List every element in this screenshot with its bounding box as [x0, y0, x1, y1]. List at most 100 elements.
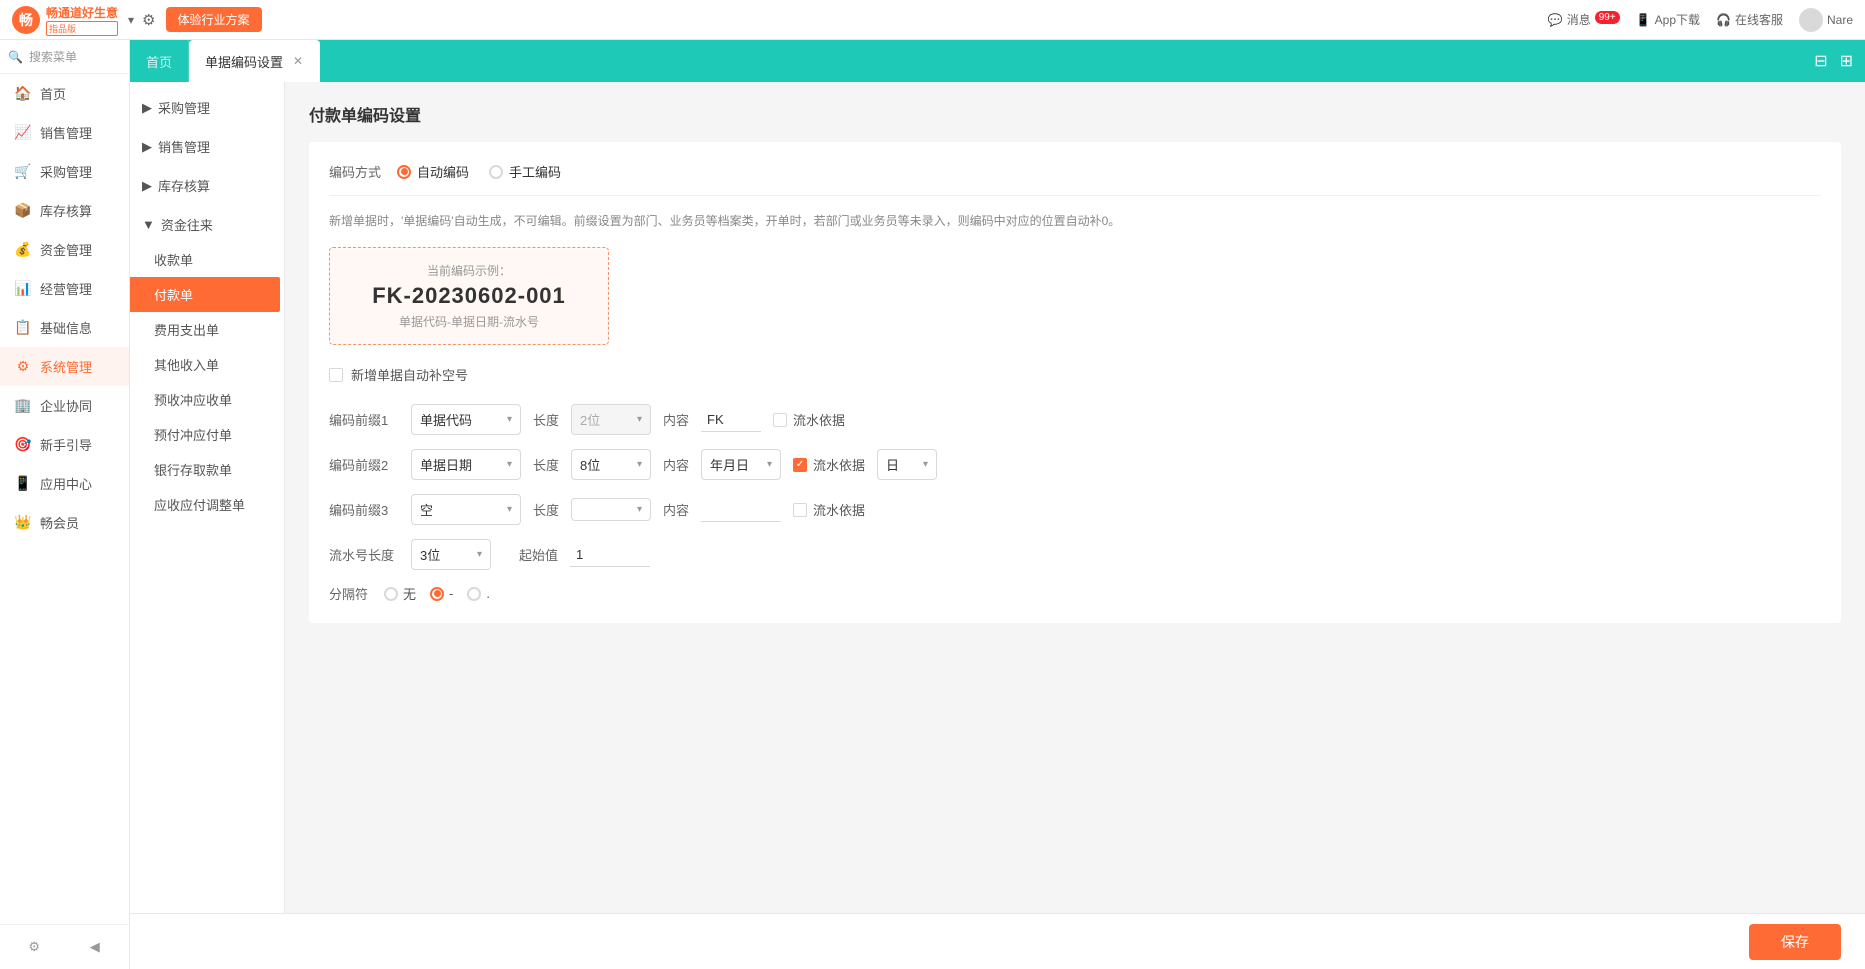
app-download-item[interactable]: 📱 App下载	[1636, 11, 1700, 28]
sep-none-radio-circle	[384, 587, 398, 601]
system-icon: ⚙	[14, 358, 32, 376]
message-badge: 99+	[1595, 11, 1620, 24]
sidebar-item-operations[interactable]: 📊 经营管理	[0, 269, 129, 308]
sub-group-fund-header[interactable]: ▼ 资金往来	[130, 207, 284, 242]
sub-item-receipt[interactable]: 收款单	[130, 242, 284, 277]
apps-icon: 📱	[14, 475, 32, 493]
config-row-prefix2: 编码前缀2 单据日期 ▾ 长度 8位 ▾ 内容 年月日	[329, 449, 1821, 480]
sub-group-purchase-header[interactable]: ▶ 采购管理	[130, 90, 284, 125]
sidebar-item-purchase[interactable]: 🛒 采购管理	[0, 152, 129, 191]
auto-fill-label: 新增单据自动补空号	[351, 365, 468, 384]
sidebar-item-apps[interactable]: 📱 应用中心	[0, 464, 129, 503]
prefix3-stream-checkbox[interactable]	[793, 503, 807, 517]
sales-arrow-icon: ▶	[142, 139, 152, 155]
bottom-settings-btn[interactable]: ⚙	[8, 933, 61, 961]
prefix1-content-input[interactable]	[701, 408, 761, 432]
prefix2-content-label: 内容	[663, 455, 689, 474]
message-icon: 💬	[1548, 13, 1563, 27]
config-row-prefix3: 编码前缀3 空 ▾ 长度 ▾ 内容	[329, 494, 1821, 525]
tab-expand-icon[interactable]: ⊞	[1840, 51, 1853, 71]
purchase-arrow-icon: ▶	[142, 100, 152, 116]
encoding-type-label: 编码方式	[329, 162, 381, 181]
settings-icon[interactable]: ⚙	[142, 11, 155, 29]
tab-close-icon[interactable]: ✕	[293, 54, 303, 68]
prefix2-length-select[interactable]: 8位 ▾	[571, 449, 651, 480]
info-text: 新增单据时，'单据编码'自动生成，不可编辑。前缀设置为部门、业务员等档案类，开单…	[329, 212, 1821, 231]
prefix3-select[interactable]: 空 ▾	[411, 494, 521, 525]
sub-item-expense[interactable]: 费用支出单	[130, 312, 284, 347]
serial-length-select[interactable]: 3位 ▾	[411, 539, 491, 570]
prefix1-select[interactable]: 单据代码 ▾	[411, 404, 521, 435]
sidebar-item-system[interactable]: ⚙ 系统管理	[0, 347, 129, 386]
tabbar-actions: ⊟ ⊞	[1802, 40, 1865, 82]
prefix3-content-label: 内容	[663, 500, 689, 519]
separator-options: 无 - .	[384, 584, 490, 603]
sidebar-search[interactable]: 🔍 搜索菜单	[0, 40, 129, 74]
tab-minimize-icon[interactable]: ⊟	[1814, 51, 1827, 71]
auto-code-radio[interactable]: 自动编码	[397, 162, 469, 181]
preview-desc: 单据代码-单据日期-流水号	[399, 313, 539, 330]
sub-item-other-income[interactable]: 其他收入单	[130, 347, 284, 382]
sep-dot-option[interactable]: .	[467, 586, 490, 601]
sub-item-advance-pay[interactable]: 预付冲应付单	[130, 417, 284, 452]
prefix1-stream-checkbox[interactable]	[773, 413, 787, 427]
purchase-icon: 🛒	[14, 163, 32, 181]
sub-group-sales-header[interactable]: ▶ 销售管理	[130, 129, 284, 164]
sidebar-item-guide[interactable]: 🎯 新手引导	[0, 425, 129, 464]
auto-code-radio-inner	[401, 168, 408, 175]
config-row-prefix1: 编码前缀1 单据代码 ▾ 长度 2位 ▾ 内容	[329, 404, 1821, 435]
nav-dropdown-icon[interactable]: ▾	[128, 13, 134, 27]
save-button[interactable]: 保存	[1749, 924, 1841, 960]
start-value-label: 起始值	[519, 545, 558, 564]
sidebar-item-member[interactable]: 👑 畅会员	[0, 503, 129, 542]
online-service-item[interactable]: 🎧 在线客服	[1716, 11, 1783, 28]
prefix2-stream-checkbox[interactable]: ✓	[793, 458, 807, 472]
bottom-collapse-btn[interactable]: ◀	[69, 933, 122, 961]
prefix2-select[interactable]: 单据日期 ▾	[411, 449, 521, 480]
encoding-type-radio-group: 自动编码 手工编码	[397, 162, 561, 181]
sub-group-purchase: ▶ 采购管理	[130, 90, 284, 125]
prefix2-length-label: 长度	[533, 455, 559, 474]
prefix1-stream-label: 流水依据	[793, 410, 845, 429]
sub-group-inventory-header[interactable]: ▶ 库存核算	[130, 168, 284, 203]
sep-dash-option[interactable]: -	[430, 586, 453, 601]
user-item[interactable]: Nare	[1799, 8, 1853, 32]
sidebar-bottom: ⚙ ◀	[0, 924, 129, 969]
prefix3-arrow-icon: ▾	[507, 504, 512, 515]
topbar-left: 畅 畅通道好生意 指品版 ▾ ⚙ 体验行业方案	[12, 4, 262, 36]
sidebar-item-home[interactable]: 🏠 首页	[0, 74, 129, 113]
home-icon: 🏠	[14, 85, 32, 103]
message-item[interactable]: 💬 消息 99+	[1548, 11, 1620, 28]
guide-icon: 🎯	[14, 436, 32, 454]
prefix1-arrow-icon: ▾	[507, 414, 512, 425]
footer-bar: 保存	[130, 913, 1865, 969]
sep-none-option[interactable]: 无	[384, 584, 416, 603]
experience-button[interactable]: 体验行业方案	[166, 7, 262, 32]
auto-fill-checkbox[interactable]	[329, 368, 343, 382]
sidebar-item-basic[interactable]: 📋 基础信息	[0, 308, 129, 347]
sidebar: 🔍 搜索菜单 🏠 首页 📈 销售管理 🛒 采购管理 📦 库存核算 💰 资金管理 …	[0, 40, 130, 969]
sidebar-item-inventory[interactable]: 📦 库存核算	[0, 191, 129, 230]
prefix3-content-input[interactable]	[701, 498, 781, 522]
inventory-icon: 📦	[14, 202, 32, 220]
encoding-type-row: 编码方式 自动编码 手工编码	[329, 162, 1821, 196]
tab-encoding[interactable]: 单据编码设置 ✕	[189, 40, 320, 82]
sub-item-receivable-adjust[interactable]: 应收应付调整单	[130, 487, 284, 522]
start-value-input[interactable]	[570, 543, 650, 567]
sub-item-payment[interactable]: 付款单	[130, 277, 280, 312]
basic-icon: 📋	[14, 319, 32, 337]
prefix2-stream-unit-select[interactable]: 日 ▾	[877, 449, 937, 480]
logo: 畅 畅通道好生意 指品版	[12, 4, 118, 36]
sidebar-item-sales[interactable]: 📈 销售管理	[0, 113, 129, 152]
sidebar-item-assets[interactable]: 💰 资金管理	[0, 230, 129, 269]
sub-item-bank-deposit[interactable]: 银行存取款单	[130, 452, 284, 487]
manual-code-radio[interactable]: 手工编码	[489, 162, 561, 181]
fund-arrow-icon: ▼	[142, 217, 155, 232]
sub-item-advance-receive[interactable]: 预收冲应收单	[130, 382, 284, 417]
content-with-sub: ▶ 采购管理 ▶ 销售管理 ▶ 库存核算	[130, 82, 1865, 913]
prefix2-content-select[interactable]: 年月日 ▾	[701, 449, 781, 480]
headset-icon: 🎧	[1716, 13, 1731, 27]
tab-home[interactable]: 首页	[130, 40, 189, 82]
sidebar-item-enterprise[interactable]: 🏢 企业协同	[0, 386, 129, 425]
prefix3-length-select[interactable]: ▾	[571, 498, 651, 521]
